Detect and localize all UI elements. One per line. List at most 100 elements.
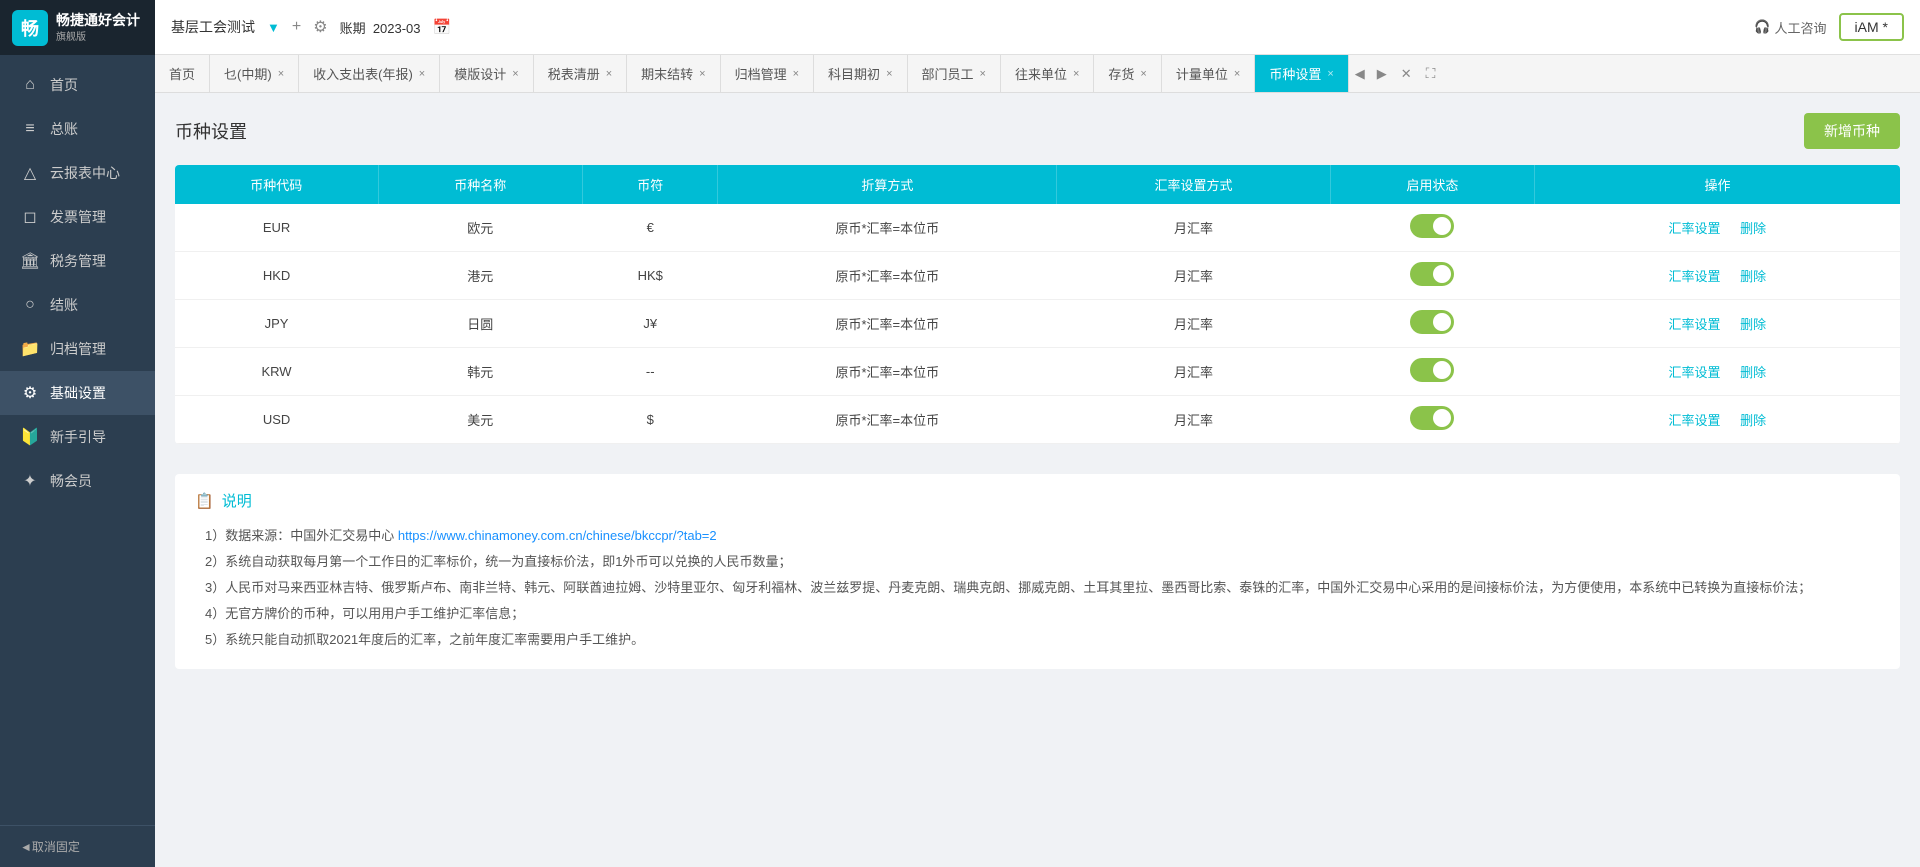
note-icon: 📋 <box>195 492 214 510</box>
settings-gear-icon[interactable]: ⚙ <box>313 17 327 37</box>
sidebar-item-member[interactable]: ✦ 畅会员 <box>0 459 155 503</box>
sidebar-item-archive[interactable]: 📁 归档管理 <box>0 327 155 371</box>
tab-close-icon[interactable]: × <box>793 68 799 80</box>
enable-toggle[interactable] <box>1410 262 1454 286</box>
tab-close-icon[interactable]: × <box>699 68 705 80</box>
cell-status <box>1330 252 1534 300</box>
sidebar-item-label: 新手引导 <box>50 427 106 447</box>
tab-close-all-icon[interactable]: ✕ <box>1393 55 1420 93</box>
tab-income[interactable]: 收入支出表(年报) × <box>299 55 440 93</box>
tab-close-icon[interactable]: × <box>278 68 284 80</box>
tab-subjects[interactable]: 科目期初 × <box>814 55 907 93</box>
tab-units[interactable]: 往来单位 × <box>1001 55 1094 93</box>
archive-icon: 📁 <box>20 339 40 359</box>
tab-template[interactable]: 模版设计 × <box>440 55 533 93</box>
cell-rate-type: 月汇率 <box>1057 396 1330 444</box>
cell-action: 汇率设置 删除 <box>1535 396 1900 444</box>
tab-close-icon[interactable]: × <box>1234 68 1240 80</box>
cell-rate-type: 月汇率 <box>1057 252 1330 300</box>
tab-label: 部门员工 <box>922 64 974 83</box>
closing-icon: ○ <box>20 296 40 314</box>
sidebar-item-label: 畅会员 <box>50 471 92 491</box>
app-name: 畅捷通好会计 <box>56 12 140 29</box>
delete-link[interactable]: 删除 <box>1740 269 1766 284</box>
note-item: 1）数据来源：中国外汇交易中心 https://www.chinamoney.c… <box>205 523 1880 549</box>
tab-unit[interactable]: 计量单位 × <box>1162 55 1255 93</box>
table-row: HKD 港元 HK$ 原币*汇率=本位币 月汇率 汇率设置 删除 <box>175 252 1900 300</box>
tab-close-icon[interactable]: × <box>886 68 892 80</box>
company-dropdown-icon[interactable]: ▼ <box>267 20 280 35</box>
sidebar-item-invoice[interactable]: ◻ 发票管理 <box>0 195 155 239</box>
tab-close-icon[interactable]: × <box>512 68 518 80</box>
headset-icon: 🎧 <box>1754 19 1770 35</box>
cell-conversion: 原币*汇率=本位币 <box>718 300 1057 348</box>
cell-symbol: HK$ <box>583 252 718 300</box>
sidebar-item-tax[interactable]: 🏛 税务管理 <box>0 239 155 283</box>
sidebar-item-closing[interactable]: ○ 结账 <box>0 283 155 327</box>
cell-symbol: $ <box>583 396 718 444</box>
tab-close-icon[interactable]: × <box>606 68 612 80</box>
sidebar-item-home[interactable]: ⌂ 首页 <box>0 63 155 107</box>
tab-close-icon[interactable]: × <box>419 68 425 80</box>
table-row: EUR 欧元 € 原币*汇率=本位币 月汇率 汇率设置 删除 <box>175 204 1900 252</box>
tab-stock[interactable]: 存货 × <box>1094 55 1161 93</box>
note-link[interactable]: https://www.chinamoney.com.cn/chinese/bk… <box>398 528 717 543</box>
rate-setting-link[interactable]: 汇率设置 <box>1668 365 1720 380</box>
tab-home[interactable]: 首页 <box>155 55 210 93</box>
tab-close-icon[interactable]: × <box>1073 68 1079 80</box>
col-header-action: 操作 <box>1535 165 1900 204</box>
cell-status <box>1330 300 1534 348</box>
cell-action: 汇率设置 删除 <box>1535 252 1900 300</box>
tab-archive[interactable]: 归档管理 × <box>721 55 814 93</box>
rate-setting-link[interactable]: 汇率设置 <box>1668 317 1720 332</box>
tab-closing[interactable]: 期末结转 × <box>627 55 720 93</box>
sidebar-item-settings[interactable]: ⚙ 基础设置 <box>0 371 155 415</box>
sidebar-item-reports[interactable]: △ 云报表中心 <box>0 151 155 195</box>
note-item: 2）系统自动获取每月第一个工作日的汇率标价，统一为直接标价法，即1外币可以兑换的… <box>205 549 1880 575</box>
tab-label: 乜(中期) <box>224 64 272 83</box>
help-button[interactable]: 🎧 人工咨询 <box>1754 18 1826 37</box>
tab-label: 收入支出表(年报) <box>313 64 413 83</box>
sidebar-nav: ⌂ 首页 ≡ 总账 △ 云报表中心 ◻ 发票管理 🏛 税务管理 ○ 结账 📁 归… <box>0 55 155 825</box>
delete-link[interactable]: 删除 <box>1740 365 1766 380</box>
new-currency-button[interactable]: 新增币种 <box>1804 113 1900 149</box>
cell-rate-type: 月汇率 <box>1057 204 1330 252</box>
calendar-icon[interactable]: 📅 <box>433 18 452 36</box>
add-company-icon[interactable]: + <box>292 18 301 36</box>
cell-status <box>1330 348 1534 396</box>
cell-code: USD <box>175 396 378 444</box>
enable-toggle[interactable] <box>1410 214 1454 238</box>
enable-toggle[interactable] <box>1410 406 1454 430</box>
tab-close-icon[interactable]: × <box>980 68 986 80</box>
tab-close-icon[interactable]: × <box>1140 68 1146 80</box>
tab-department[interactable]: 部门员工 × <box>908 55 1001 93</box>
sidebar-item-guide[interactable]: 🔰 新手引导 <box>0 415 155 459</box>
rate-setting-link[interactable]: 汇率设置 <box>1668 269 1720 284</box>
sidebar-item-label: 结账 <box>50 295 78 315</box>
rate-setting-link[interactable]: 汇率设置 <box>1668 221 1720 236</box>
enable-toggle[interactable] <box>1410 358 1454 382</box>
col-header-name: 币种名称 <box>378 165 582 204</box>
rate-setting-link[interactable]: 汇率设置 <box>1668 413 1720 428</box>
note-section: 📋 说明 1）数据来源：中国外汇交易中心 https://www.chinamo… <box>175 474 1900 669</box>
tab-close-icon[interactable]: × <box>1327 68 1333 80</box>
tab-mid[interactable]: 乜(中期) × <box>210 55 299 93</box>
tab-tax[interactable]: 税表清册 × <box>534 55 627 93</box>
delete-link[interactable]: 删除 <box>1740 221 1766 236</box>
tab-label: 币种设置 <box>1269 64 1321 83</box>
sidebar-item-ledger[interactable]: ≡ 总账 <box>0 107 155 151</box>
invoice-icon: ◻ <box>20 207 40 227</box>
tab-currency[interactable]: 币种设置 × <box>1255 55 1348 93</box>
delete-link[interactable]: 删除 <box>1740 317 1766 332</box>
tab-prev-icon[interactable]: ◀ <box>1349 55 1371 93</box>
sidebar-pin-toggle[interactable]: ◄取消固定 <box>0 825 155 867</box>
cell-action: 汇率设置 删除 <box>1535 300 1900 348</box>
topbar-right: 🎧 人工咨询 iAM * <box>1754 13 1904 41</box>
tab-expand-icon[interactable]: ⛶ <box>1420 55 1442 93</box>
delete-link[interactable]: 删除 <box>1740 413 1766 428</box>
sidebar-item-label: 云报表中心 <box>50 163 120 183</box>
cell-name: 港元 <box>378 252 582 300</box>
account-button[interactable]: iAM * <box>1839 13 1904 41</box>
enable-toggle[interactable] <box>1410 310 1454 334</box>
tab-next-icon[interactable]: ▶ <box>1371 55 1393 93</box>
